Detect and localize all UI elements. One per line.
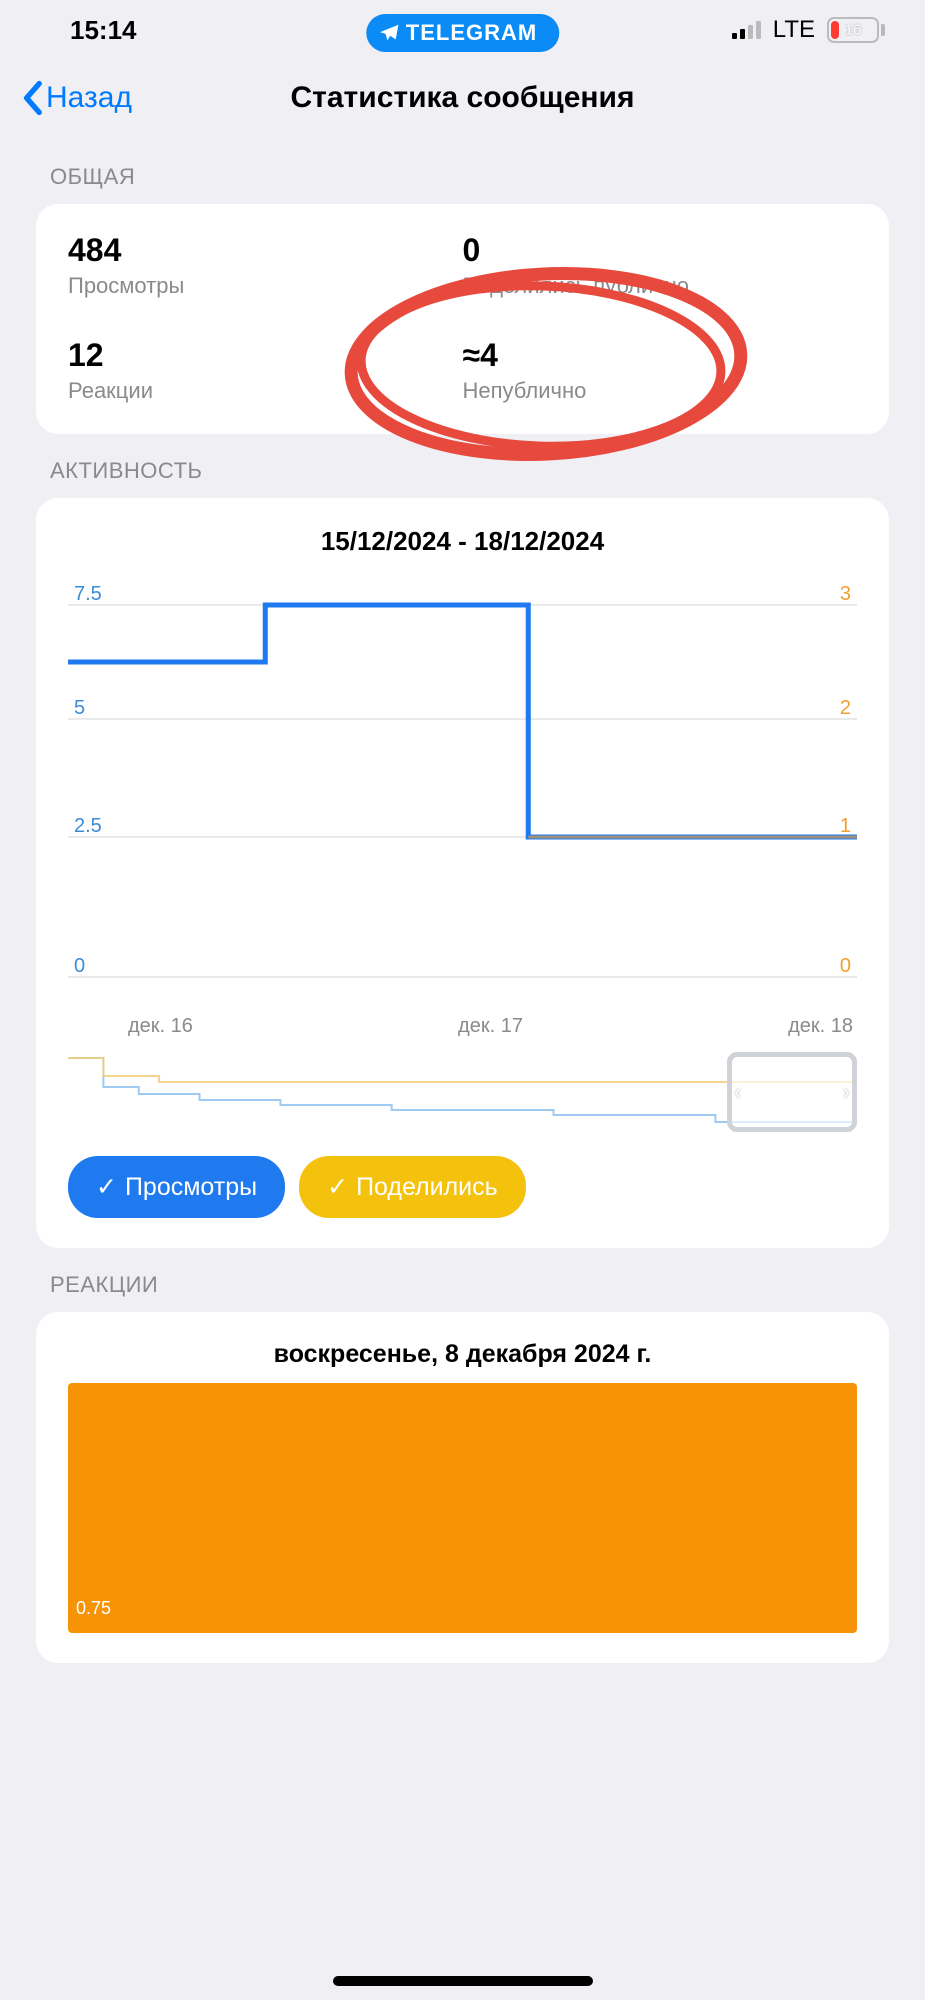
x-tick-2: дек. 18 — [788, 1015, 853, 1038]
stat-public-value: 0 — [463, 232, 858, 269]
y-left-0: 0 — [74, 955, 85, 978]
chip-shares[interactable]: ✓ Поделились — [299, 1156, 526, 1218]
home-indicator[interactable] — [333, 1976, 593, 1986]
stat-private-label: Непублично — [463, 378, 858, 404]
reactions-y-tick: 0.75 — [76, 1598, 111, 1619]
page-title: Статистика сообщения — [291, 81, 635, 115]
telegram-pill[interactable]: TELEGRAM — [366, 14, 559, 52]
range-handle[interactable]: ‹ › — [727, 1052, 857, 1132]
signal-icon — [732, 21, 761, 39]
stat-reactions-value: 12 — [68, 337, 463, 374]
battery-icon: 16 — [827, 17, 885, 43]
activity-date-range: 15/12/2024 - 18/12/2024 — [68, 526, 857, 557]
x-tick-0: дек. 16 — [128, 1015, 193, 1038]
x-tick-1: дек. 17 — [458, 1015, 523, 1038]
chip-shares-label: Поделились — [356, 1173, 498, 1202]
handle-right-icon: › — [841, 1079, 852, 1105]
reactions-chart[interactable]: 0.75 — [68, 1383, 857, 1633]
status-right: LTE 16 — [732, 16, 885, 44]
stat-private: ≈4 Непублично — [463, 337, 858, 404]
back-label: Назад — [46, 81, 132, 115]
activity-card: 15/12/2024 - 18/12/2024 7.5 5 2.5 0 3 2 … — [36, 498, 889, 1248]
legend-chips: ✓ Просмотры ✓ Поделились — [68, 1156, 857, 1218]
network-label: LTE — [773, 16, 815, 44]
y-left-7-5: 7.5 — [74, 583, 102, 606]
stat-public-shares: 0 Поделились публично — [463, 232, 858, 299]
y-right-2: 2 — [840, 697, 851, 720]
section-label-activity: АКТИВНОСТЬ — [0, 434, 925, 498]
y-right-0: 0 — [840, 955, 851, 978]
stat-public-label: Поделились публично — [463, 273, 858, 299]
stat-reactions: 12 Реакции — [68, 337, 463, 404]
y-right-1: 1 — [840, 815, 851, 838]
nav-bar: Назад Статистика сообщения — [0, 60, 925, 140]
section-label-reactions: РЕАКЦИИ — [0, 1248, 925, 1312]
handle-left-icon: ‹ — [732, 1079, 743, 1105]
status-time: 15:14 — [70, 15, 137, 46]
y-left-5: 5 — [74, 697, 85, 720]
back-button[interactable]: Назад — [20, 80, 132, 116]
stat-views-label: Просмотры — [68, 273, 463, 299]
general-stats-card: 484 Просмотры 0 Поделились публично 12 Р… — [36, 204, 889, 434]
stat-reactions-label: Реакции — [68, 378, 463, 404]
status-bar: 15:14 TELEGRAM LTE 16 — [0, 0, 925, 60]
reactions-title: воскресенье, 8 декабря 2024 г. — [68, 1340, 857, 1369]
check-icon: ✓ — [327, 1172, 348, 1202]
chip-views-label: Просмотры — [125, 1173, 257, 1202]
check-icon: ✓ — [96, 1172, 117, 1202]
section-label-general: ОБЩАЯ — [0, 140, 925, 204]
stat-views: 484 Просмотры — [68, 232, 463, 299]
stat-private-value: ≈4 — [463, 337, 858, 374]
chevron-left-icon — [20, 80, 44, 116]
y-right-3: 3 — [840, 583, 851, 606]
activity-chart[interactable]: 7.5 5 2.5 0 3 2 1 0 — [68, 587, 857, 1007]
activity-x-labels: дек. 16 дек. 17 дек. 18 — [68, 1007, 857, 1038]
stat-views-value: 484 — [68, 232, 463, 269]
reactions-card: воскресенье, 8 декабря 2024 г. 0.75 — [36, 1312, 889, 1663]
activity-chart-svg — [68, 587, 857, 1007]
telegram-icon — [378, 22, 400, 44]
chart-range-scrubber[interactable]: ‹ › — [68, 1052, 857, 1132]
chip-views[interactable]: ✓ Просмотры — [68, 1156, 285, 1218]
telegram-label: TELEGRAM — [406, 20, 537, 46]
y-left-2-5: 2.5 — [74, 815, 102, 838]
